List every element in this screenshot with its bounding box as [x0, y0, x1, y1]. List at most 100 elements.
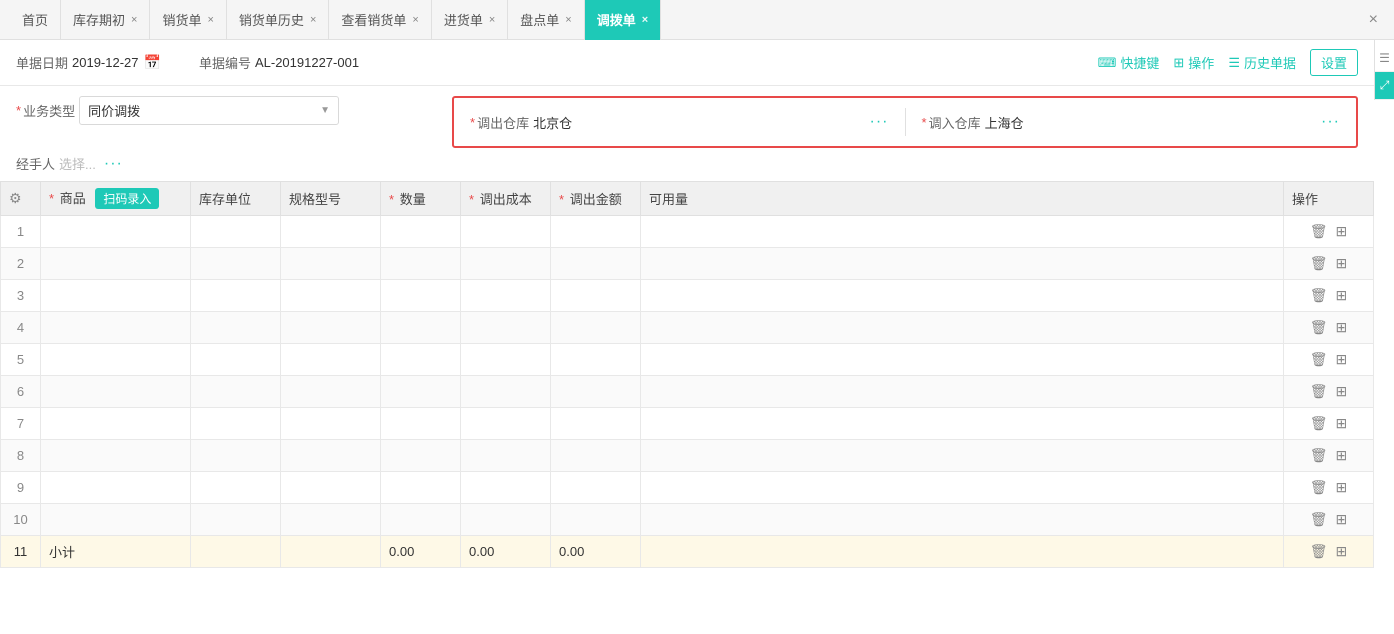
delete-row-button[interactable]: 🗑: [1310, 543, 1328, 560]
close-tab-view-sales[interactable]: ×: [412, 14, 418, 26]
delete-row-button[interactable]: 🗑: [1310, 351, 1328, 368]
cell-qty[interactable]: [381, 216, 461, 248]
settings-button[interactable]: 设置: [1310, 49, 1358, 76]
cell-spec[interactable]: [281, 216, 381, 248]
copy-row-button[interactable]: ⊞: [1336, 287, 1348, 304]
cell-amount[interactable]: [551, 280, 641, 312]
cell-qty[interactable]: [381, 248, 461, 280]
cell-spec[interactable]: [281, 408, 381, 440]
cell-goods[interactable]: [41, 216, 191, 248]
cell-spec[interactable]: [281, 440, 381, 472]
close-tab-purchase[interactable]: ×: [489, 14, 495, 26]
close-all-tabs[interactable]: ×: [1361, 11, 1386, 29]
cell-available[interactable]: [641, 248, 1284, 280]
delete-row-button[interactable]: 🗑: [1310, 383, 1328, 400]
cell-spec[interactable]: [281, 280, 381, 312]
cell-cost[interactable]: [461, 280, 551, 312]
delete-row-button[interactable]: 🗑: [1310, 415, 1328, 432]
delete-row-button[interactable]: 🗑: [1310, 447, 1328, 464]
person-select[interactable]: 选择...: [59, 154, 96, 173]
scan-button[interactable]: 扫码录入: [95, 188, 159, 209]
cell-goods[interactable]: [41, 376, 191, 408]
cell-qty[interactable]: [381, 280, 461, 312]
cell-unit[interactable]: [191, 504, 281, 536]
cell-cost[interactable]: [461, 440, 551, 472]
sidebar-expand-icon[interactable]: ⤢: [1375, 72, 1394, 100]
cell-cost[interactable]: [461, 248, 551, 280]
copy-row-button[interactable]: ⊞: [1336, 351, 1348, 368]
cell-unit[interactable]: [191, 280, 281, 312]
cell-available[interactable]: [641, 504, 1284, 536]
close-tab-sales-history[interactable]: ×: [310, 14, 316, 26]
cell-qty[interactable]: [381, 408, 461, 440]
cell-goods[interactable]: [41, 440, 191, 472]
cell-goods[interactable]: [41, 312, 191, 344]
copy-row-button[interactable]: ⊞: [1336, 415, 1348, 432]
cell-amount[interactable]: [551, 216, 641, 248]
delete-row-button[interactable]: 🗑: [1310, 255, 1328, 272]
copy-row-button[interactable]: ⊞: [1336, 447, 1348, 464]
tab-view-sales[interactable]: 查看销货单 ×: [329, 0, 431, 40]
copy-row-button[interactable]: ⊞: [1336, 543, 1348, 560]
cell-goods[interactable]: [41, 344, 191, 376]
col-header-gear[interactable]: ⚙: [1, 182, 41, 216]
tab-inventory-init[interactable]: 库存期初 ×: [61, 0, 150, 40]
tab-sales-history[interactable]: 销货单历史 ×: [227, 0, 329, 40]
cell-unit[interactable]: [191, 216, 281, 248]
warehouse-in-more[interactable]: ···: [1321, 113, 1340, 131]
cell-available[interactable]: [641, 280, 1284, 312]
cell-goods[interactable]: [41, 504, 191, 536]
shortcuts-button[interactable]: ⌨ 快捷键: [1098, 53, 1160, 72]
cell-amount[interactable]: [551, 312, 641, 344]
cell-goods[interactable]: [41, 248, 191, 280]
cell-spec[interactable]: [281, 312, 381, 344]
cell-available[interactable]: [641, 312, 1284, 344]
delete-row-button[interactable]: 🗑: [1310, 511, 1328, 528]
cell-available[interactable]: [641, 216, 1284, 248]
cell-spec[interactable]: [281, 504, 381, 536]
cell-goods[interactable]: [41, 472, 191, 504]
cell-unit[interactable]: [191, 312, 281, 344]
cell-spec[interactable]: [281, 248, 381, 280]
cell-qty[interactable]: [381, 472, 461, 504]
cell-available[interactable]: [641, 440, 1284, 472]
cell-qty[interactable]: [381, 440, 461, 472]
cell-spec[interactable]: [281, 344, 381, 376]
cell-available[interactable]: [641, 536, 1284, 568]
cell-qty[interactable]: [381, 376, 461, 408]
cell-cost[interactable]: [461, 344, 551, 376]
copy-row-button[interactable]: ⊞: [1336, 223, 1348, 240]
gear-icon[interactable]: ⚙: [9, 190, 22, 206]
cell-amount[interactable]: [551, 408, 641, 440]
cell-unit[interactable]: [191, 376, 281, 408]
tab-sales-order[interactable]: 销货单 ×: [150, 0, 226, 40]
cell-qty[interactable]: [381, 504, 461, 536]
cell-spec[interactable]: [281, 472, 381, 504]
cell-cost[interactable]: [461, 472, 551, 504]
cell-unit[interactable]: [191, 472, 281, 504]
close-tab-transfer[interactable]: ×: [642, 14, 648, 26]
cell-spec[interactable]: [281, 376, 381, 408]
cell-goods[interactable]: [41, 408, 191, 440]
cell-unit[interactable]: [191, 248, 281, 280]
cell-amount[interactable]: [551, 504, 641, 536]
copy-row-button[interactable]: ⊞: [1336, 319, 1348, 336]
delete-row-button[interactable]: 🗑: [1310, 287, 1328, 304]
cell-amount[interactable]: [551, 376, 641, 408]
cell-amount[interactable]: [551, 248, 641, 280]
cell-available[interactable]: [641, 408, 1284, 440]
warehouse-out-more[interactable]: ···: [870, 113, 889, 131]
tab-transfer[interactable]: 调拨单 ×: [585, 0, 661, 40]
cell-unit[interactable]: [191, 408, 281, 440]
cell-cost[interactable]: [461, 376, 551, 408]
cell-unit[interactable]: [191, 344, 281, 376]
cell-available[interactable]: [641, 472, 1284, 504]
cell-goods[interactable]: [41, 280, 191, 312]
cell-available[interactable]: [641, 344, 1284, 376]
copy-row-button[interactable]: ⊞: [1336, 383, 1348, 400]
cell-amount[interactable]: [551, 344, 641, 376]
person-more[interactable]: ···: [104, 155, 123, 173]
close-tab-inventory-init[interactable]: ×: [131, 14, 137, 26]
business-type-select[interactable]: 同价调拨 ▼: [79, 96, 339, 125]
close-tab-stocktake[interactable]: ×: [565, 14, 571, 26]
